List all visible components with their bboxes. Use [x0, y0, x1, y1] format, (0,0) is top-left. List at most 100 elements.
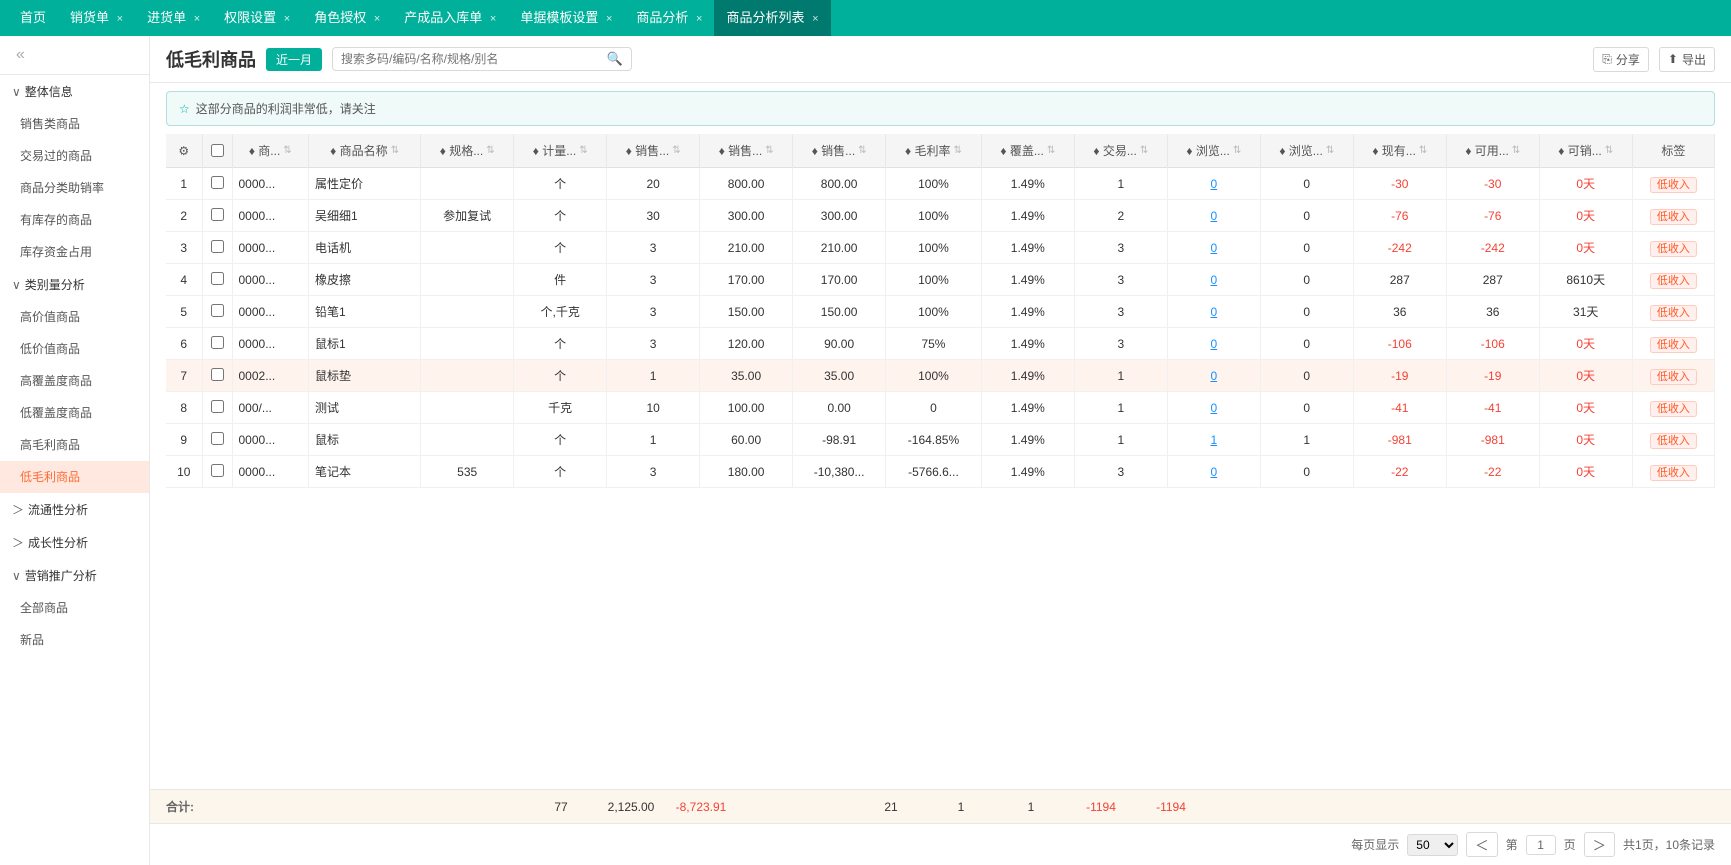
close-icon[interactable]: × — [117, 13, 123, 25]
close-icon[interactable]: × — [374, 13, 380, 25]
row-checkbox[interactable] — [211, 208, 224, 221]
next-page-btn[interactable]: ＞ — [1584, 832, 1615, 857]
sidebar-item-new-goods[interactable]: 新品 — [0, 624, 149, 656]
row-checkbox[interactable] — [211, 336, 224, 349]
sidebar-group-marketing[interactable]: ∨ 营销推广分析 — [0, 559, 149, 592]
col-available[interactable]: ♦ 可用... ⇅ — [1446, 134, 1539, 168]
browse1-link[interactable]: 0 — [1210, 241, 1217, 255]
settings-icon[interactable]: ⚙ — [178, 144, 189, 158]
sidebar-collapse-btn[interactable]: « — [12, 44, 29, 66]
row-checkbox[interactable] — [211, 400, 224, 413]
close-icon[interactable]: × — [606, 13, 612, 25]
row-checkbox[interactable] — [211, 240, 224, 253]
col-current-stock[interactable]: ♦ 现有... ⇅ — [1353, 134, 1446, 168]
nav-product-entry[interactable]: 产成品入库单 × — [392, 0, 508, 36]
row-checkbox[interactable] — [211, 176, 224, 189]
browse1-link[interactable]: 0 — [1210, 177, 1217, 191]
sidebar-item-stock-goods[interactable]: 有库存的商品 — [0, 204, 149, 236]
date-filter-btn[interactable]: 近一月 — [266, 48, 322, 71]
col-sales-price[interactable]: ♦ 销售... ⇅ — [700, 134, 793, 168]
sidebar-item-high-coverage[interactable]: 高覆盖度商品 — [0, 365, 149, 397]
nav-product-analysis[interactable]: 商品分析 × — [624, 0, 714, 36]
cell-browse1[interactable]: 0 — [1167, 360, 1260, 392]
col-spec[interactable]: ♦ 规格... ⇅ — [421, 134, 514, 168]
nav-product-analysis-list[interactable]: 商品分析列表 × — [714, 0, 830, 36]
cell-checkbox[interactable] — [202, 424, 232, 456]
sidebar-item-sales-goods[interactable]: 销售类商品 — [0, 108, 149, 140]
row-checkbox[interactable] — [211, 432, 224, 445]
col-name[interactable]: ♦ 商品名称 ⇅ — [309, 134, 421, 168]
nav-home[interactable]: 首页 — [8, 0, 58, 36]
nav-role-auth[interactable]: 角色授权 × — [302, 0, 392, 36]
col-browse1[interactable]: ♦ 浏览... ⇅ — [1167, 134, 1260, 168]
nav-permission[interactable]: 权限设置 × — [212, 0, 302, 36]
col-sales-profit[interactable]: ♦ 销售... ⇅ — [793, 134, 886, 168]
cell-browse1[interactable]: 0 — [1167, 232, 1260, 264]
sidebar-item-low-value[interactable]: 低价值商品 — [0, 333, 149, 365]
sidebar-item-traded-goods[interactable]: 交易过的商品 — [0, 140, 149, 172]
nav-purchase-order[interactable]: 进货单 × — [135, 0, 212, 36]
browse1-link[interactable]: 0 — [1210, 337, 1217, 351]
cell-checkbox[interactable] — [202, 360, 232, 392]
share-btn[interactable]: ⎘ 分享 — [1593, 47, 1649, 72]
select-all-checkbox[interactable] — [211, 144, 224, 157]
cell-checkbox[interactable] — [202, 264, 232, 296]
browse1-link[interactable]: 0 — [1210, 273, 1217, 287]
col-sellable[interactable]: ♦ 可销... ⇅ — [1539, 134, 1632, 168]
close-icon[interactable]: × — [194, 13, 200, 25]
close-icon[interactable]: × — [490, 13, 496, 25]
col-tag[interactable]: 标签 — [1632, 134, 1714, 168]
cell-browse1[interactable]: 0 — [1167, 264, 1260, 296]
search-input[interactable] — [341, 52, 607, 66]
sidebar-item-high-margin[interactable]: 高毛利商品 — [0, 429, 149, 461]
close-icon[interactable]: × — [284, 13, 290, 25]
sidebar-item-low-margin[interactable]: 低毛利商品 — [0, 461, 149, 493]
browse1-link[interactable]: 0 — [1210, 465, 1217, 479]
cell-browse1[interactable]: 1 — [1167, 424, 1260, 456]
sidebar-group-category[interactable]: ∨ 类别量分析 — [0, 268, 149, 301]
col-transaction[interactable]: ♦ 交易... ⇅ — [1074, 134, 1167, 168]
prev-page-btn[interactable]: ＜ — [1466, 832, 1497, 857]
close-icon[interactable]: × — [696, 13, 702, 25]
row-checkbox[interactable] — [211, 304, 224, 317]
col-browse2[interactable]: ♦ 浏览... ⇅ — [1260, 134, 1353, 168]
sidebar-group-circulation[interactable]: ＞ 流通性分析 — [0, 493, 149, 526]
sidebar-item-high-value[interactable]: 高价值商品 — [0, 301, 149, 333]
browse1-link[interactable]: 0 — [1210, 369, 1217, 383]
cell-checkbox[interactable] — [202, 200, 232, 232]
sidebar-item-capital[interactable]: 库存资金占用 — [0, 236, 149, 268]
row-checkbox[interactable] — [211, 464, 224, 477]
row-checkbox[interactable] — [211, 272, 224, 285]
sidebar-group-growth[interactable]: ＞ 成长性分析 — [0, 526, 149, 559]
browse1-link[interactable]: 0 — [1210, 401, 1217, 415]
sidebar-item-low-coverage[interactable]: 低覆盖度商品 — [0, 397, 149, 429]
cell-browse1[interactable]: 0 — [1167, 296, 1260, 328]
cell-browse1[interactable]: 0 — [1167, 328, 1260, 360]
col-unit[interactable]: ♦ 计量... ⇅ — [514, 134, 607, 168]
cell-checkbox[interactable] — [202, 296, 232, 328]
cell-browse1[interactable]: 0 — [1167, 168, 1260, 200]
export-btn[interactable]: ⬆ 导出 — [1659, 47, 1715, 72]
col-coverage[interactable]: ♦ 覆盖... ⇅ — [981, 134, 1074, 168]
browse1-link[interactable]: 0 — [1210, 209, 1217, 223]
sidebar-item-category-rate[interactable]: 商品分类助销率 — [0, 172, 149, 204]
close-icon[interactable]: × — [812, 13, 818, 25]
cell-checkbox[interactable] — [202, 456, 232, 488]
row-checkbox[interactable] — [211, 368, 224, 381]
nav-sales-order[interactable]: 销货单 × — [58, 0, 135, 36]
sidebar-item-all-goods[interactable]: 全部商品 — [0, 592, 149, 624]
col-settings[interactable]: ⚙ — [166, 134, 202, 168]
col-sales-qty[interactable]: ♦ 销售... ⇅ — [607, 134, 700, 168]
col-gross-margin[interactable]: ♦ 毛利率 ⇅ — [886, 134, 982, 168]
col-code[interactable]: ♦ 商... ⇅ — [232, 134, 309, 168]
cell-browse1[interactable]: 0 — [1167, 456, 1260, 488]
col-checkbox[interactable] — [202, 134, 232, 168]
nav-template-settings[interactable]: 单据模板设置 × — [508, 0, 624, 36]
sidebar-group-overall[interactable]: ∨ 整体信息 — [0, 75, 149, 108]
cell-browse1[interactable]: 0 — [1167, 200, 1260, 232]
browse1-link[interactable]: 1 — [1210, 433, 1217, 447]
per-page-select[interactable]: 50 100 — [1407, 834, 1458, 856]
cell-checkbox[interactable] — [202, 392, 232, 424]
cell-browse1[interactable]: 0 — [1167, 392, 1260, 424]
cell-checkbox[interactable] — [202, 232, 232, 264]
